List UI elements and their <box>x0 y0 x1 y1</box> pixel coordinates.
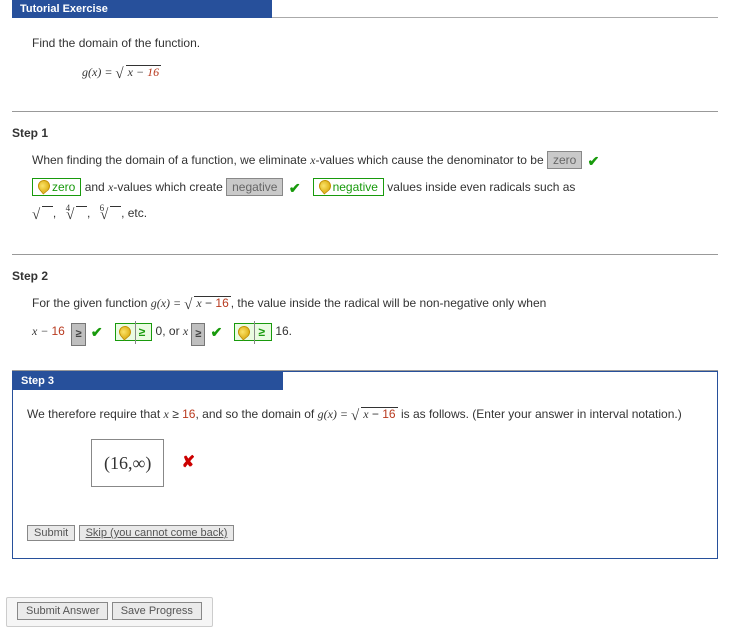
key-icon <box>316 177 333 194</box>
check-icon: ✔ <box>588 153 600 169</box>
function-display: g(x) = √x − 16 <box>12 61 718 101</box>
t: zero <box>52 180 75 194</box>
step1-body: When finding the domain of a function, w… <box>12 148 718 244</box>
t: 0, or <box>156 324 183 338</box>
t: , etc. <box>121 206 147 220</box>
t: and <box>85 180 108 194</box>
gfx: g(x) = <box>151 296 184 310</box>
t: -values which cause the denominator to b… <box>316 153 547 167</box>
var-x: x <box>183 324 191 338</box>
check-icon: ✔ <box>91 324 103 340</box>
answer-zero-filled: zero <box>547 151 582 169</box>
skip-button[interactable]: Skip (you cannot come back) <box>79 525 235 541</box>
t: When finding the domain of a function, w… <box>32 153 310 167</box>
key-icon <box>116 324 133 341</box>
submit-answer-button[interactable]: Submit Answer <box>17 602 108 620</box>
ge-selected: ≥ <box>71 323 85 346</box>
t: , the value inside the radical will be n… <box>231 296 547 310</box>
t: For the given function <box>32 296 151 310</box>
interval-answer-input[interactable]: (16,∞) <box>91 439 164 487</box>
t: 16. <box>275 324 292 338</box>
ge-key-badge: ≥ <box>115 323 153 341</box>
t: x − <box>32 324 51 338</box>
step2-title: Step 2 <box>12 269 718 283</box>
tutorial-header: Tutorial Exercise <box>12 0 272 18</box>
t: , and so the domain of <box>195 407 317 421</box>
t: is as follows. (Enter your answer in int… <box>398 407 682 421</box>
t: values inside even radicals such as <box>387 180 575 194</box>
t: negative <box>333 180 378 194</box>
key-icon <box>36 177 53 194</box>
num16: 16 <box>51 324 64 338</box>
ge-sym: ≥ <box>135 321 149 344</box>
answer-negative-key: negative <box>313 178 384 196</box>
save-progress-button[interactable]: Save Progress <box>112 602 202 620</box>
step2-body: For the given function g(x) = √x − 16, t… <box>12 291 718 360</box>
answer-zero-key: zero <box>32 178 81 196</box>
step3-container: Step 3 We therefore require that x ≥ 16,… <box>12 371 718 558</box>
key-icon <box>236 324 253 341</box>
submit-step-button[interactable]: Submit <box>27 525 75 541</box>
answer-negative-filled: negative <box>226 178 283 196</box>
x-mark-icon: ✘ <box>182 454 195 471</box>
step3-header: Step 3 <box>13 372 283 390</box>
t: -values which create <box>113 180 226 194</box>
ge-selected: ≥ <box>191 323 205 346</box>
gfx: g(x) = <box>318 407 351 421</box>
func-lhs: g(x) = <box>82 65 115 79</box>
t: We therefore require that <box>27 407 164 421</box>
check-icon: ✔ <box>211 324 223 340</box>
prompt-text: Find the domain of the function. <box>12 30 718 61</box>
check-icon: ✔ <box>289 180 301 196</box>
step1-title: Step 1 <box>12 126 718 140</box>
ge-sym: ≥ <box>254 321 268 344</box>
ge-key-badge: ≥ <box>234 323 272 341</box>
